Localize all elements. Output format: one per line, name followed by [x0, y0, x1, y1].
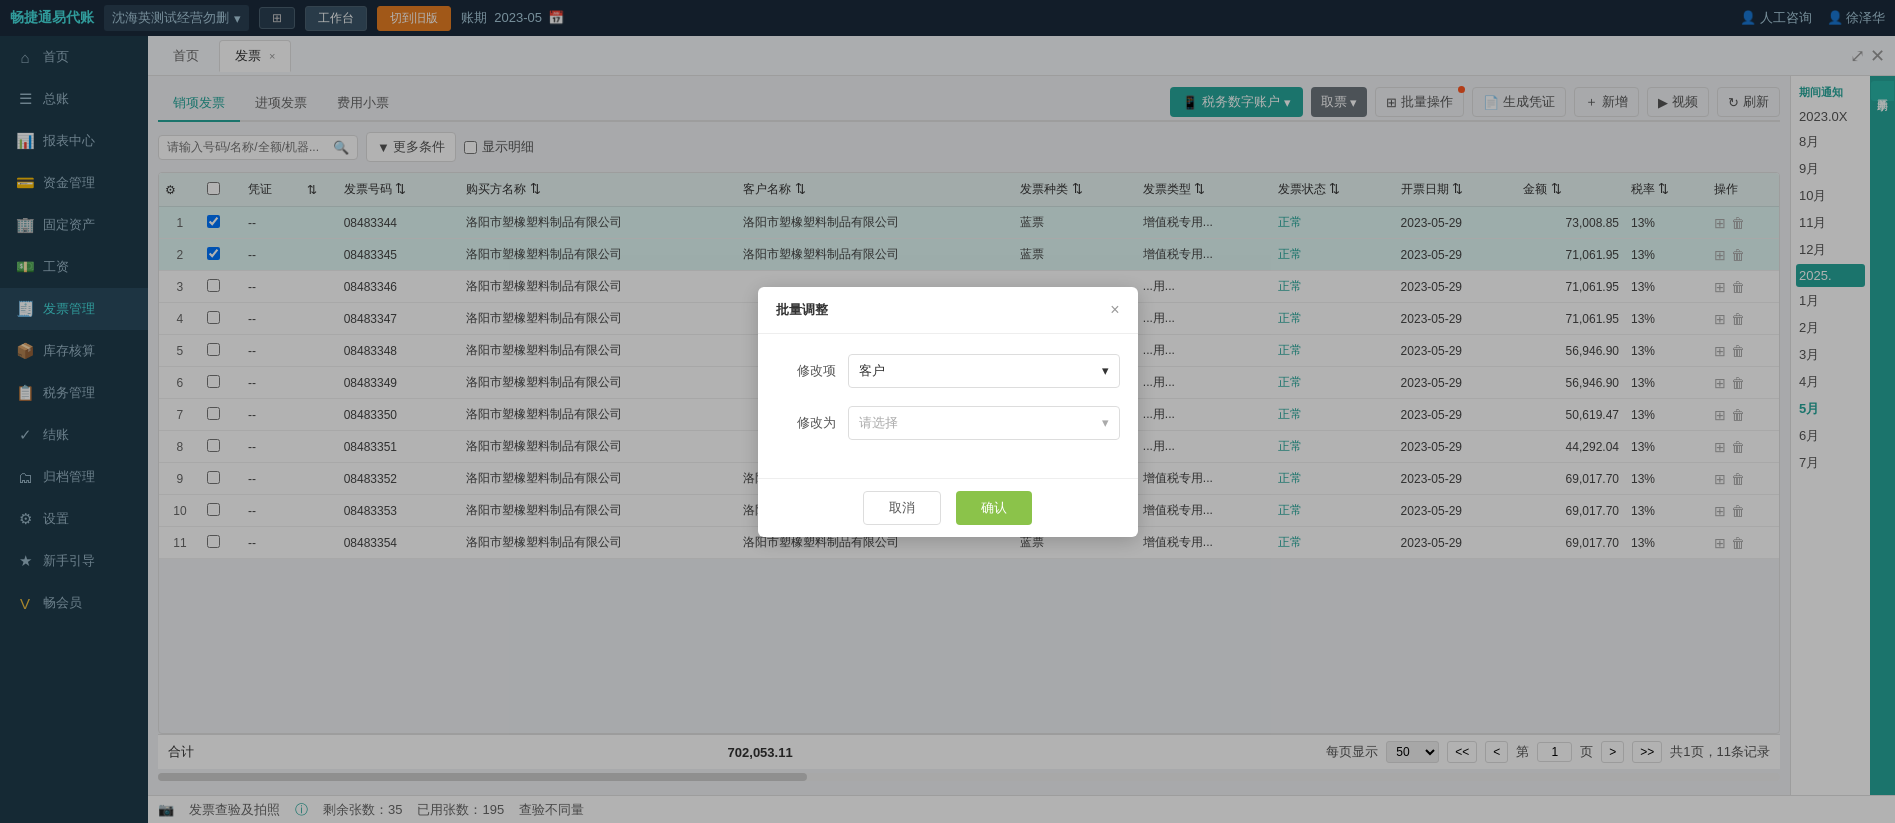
batch-adjust-modal: 批量调整 × 修改项 客户 ▾ 修改为 请选择 ▾ 取消 确认 [758, 287, 1138, 537]
change-placeholder: 请选择 [859, 414, 898, 432]
change-select-chevron: ▾ [1102, 415, 1109, 430]
modal-footer: 取消 确认 [758, 478, 1138, 537]
confirm-btn[interactable]: 确认 [956, 491, 1032, 525]
modal-overlay[interactable]: 批量调整 × 修改项 客户 ▾ 修改为 请选择 ▾ 取消 确认 [0, 0, 1895, 823]
change-label: 修改为 [776, 414, 836, 432]
modal-title: 批量调整 [776, 301, 828, 319]
modal-header: 批量调整 × [758, 287, 1138, 334]
field-value: 客户 [859, 362, 885, 380]
modal-close-btn[interactable]: × [1110, 301, 1119, 319]
field-select[interactable]: 客户 ▾ [848, 354, 1120, 388]
field-label: 修改项 [776, 362, 836, 380]
field-select-chevron: ▾ [1102, 363, 1109, 378]
field-row: 修改项 客户 ▾ [776, 354, 1120, 388]
change-row: 修改为 请选择 ▾ [776, 406, 1120, 440]
modal-body: 修改项 客户 ▾ 修改为 请选择 ▾ [758, 334, 1138, 478]
change-select[interactable]: 请选择 ▾ [848, 406, 1120, 440]
cancel-btn[interactable]: 取消 [863, 491, 941, 525]
